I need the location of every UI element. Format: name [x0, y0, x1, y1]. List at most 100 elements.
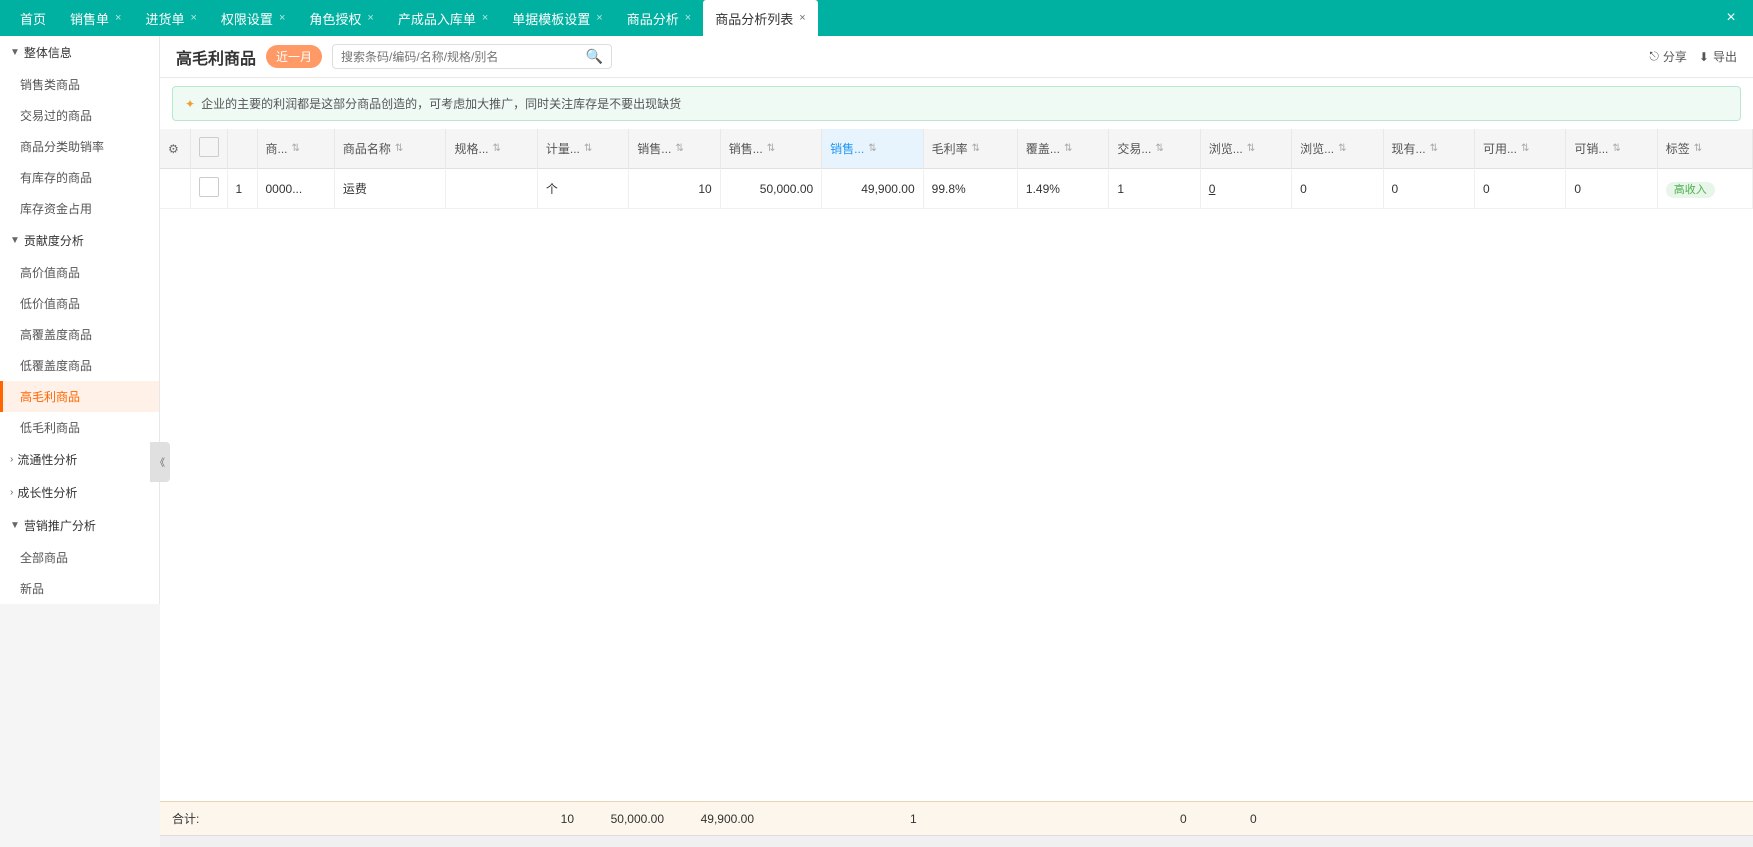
tag-badge: 高收入: [1666, 182, 1715, 198]
col-code: 商... ⇅: [257, 129, 334, 169]
nav-sales[interactable]: 销售单 ×: [58, 0, 133, 36]
row-checkbox-cell: [190, 169, 227, 209]
section-arrow-flow: ›: [10, 454, 13, 465]
sort-icon-coverage[interactable]: ⇅: [1064, 143, 1072, 154]
close-product-tab[interactable]: ×: [482, 12, 488, 24]
sidebar-section-growth[interactable]: › 成长性分析: [0, 476, 159, 509]
nav-purchase[interactable]: 进货单 ×: [133, 0, 208, 36]
filter-recent-month[interactable]: 近一月: [266, 45, 322, 68]
window-close-button[interactable]: ×: [1717, 4, 1745, 32]
sidebar-item-low-margin[interactable]: 低毛利商品: [0, 412, 159, 443]
info-icon: ✦: [185, 97, 195, 111]
close-purchase-tab[interactable]: ×: [190, 12, 196, 24]
sidebar-section-general[interactable]: ▼ 整体信息: [0, 36, 159, 69]
sidebar-item-stock-capital[interactable]: 库存资金占用: [0, 193, 159, 224]
sidebar-item-stocked-goods[interactable]: 有库存的商品: [0, 162, 159, 193]
sidebar-section-flow[interactable]: › 流通性分析: [0, 443, 159, 476]
data-table: ⚙ 商... ⇅: [160, 129, 1753, 209]
sort-icon-browse2[interactable]: ⇅: [1338, 143, 1346, 154]
row-sales-qty-cell: 10: [629, 169, 720, 209]
export-button[interactable]: ⬇ 导出: [1699, 48, 1737, 65]
footer-sales-qty: 10: [502, 812, 582, 826]
sidebar-section-contribution[interactable]: ▼ 贡献度分析: [0, 224, 159, 257]
sort-icon-gross-rate[interactable]: ⇅: [972, 143, 980, 154]
sort-icon-name[interactable]: ⇅: [395, 143, 403, 154]
section-label-marketing: 营销推广分析: [24, 517, 96, 534]
row-num-cell: 1: [227, 169, 257, 209]
sort-icon-sales-cost[interactable]: ⇅: [868, 143, 876, 154]
content-header: 高毛利商品 近一月 🔍 ⎋ 分享 ⬇ 导出: [160, 36, 1753, 78]
col-saleable: 可销... ⇅: [1566, 129, 1657, 169]
sort-icon-sales-amount[interactable]: ⇅: [767, 143, 775, 154]
section-arrow-marketing: ▼: [10, 520, 20, 531]
sidebar-item-category-rate[interactable]: 商品分类助销率: [0, 131, 159, 162]
col-unit: 计量... ⇅: [537, 129, 628, 169]
col-tag: 标签 ⇅: [1657, 129, 1752, 169]
sidebar-item-high-coverage[interactable]: 高覆盖度商品: [0, 319, 159, 350]
main-layout: ▼ 整体信息 销售类商品 交易过的商品 商品分类助销率 有库存的商品 库存资金占…: [0, 36, 1753, 847]
nav-home[interactable]: 首页: [8, 0, 58, 36]
col-name: 商品名称 ⇅: [334, 129, 446, 169]
search-icon[interactable]: 🔍: [586, 48, 603, 65]
sidebar-item-all-goods[interactable]: 全部商品: [0, 542, 159, 573]
footer-saleable: 0: [1242, 812, 1312, 826]
sidebar-item-high-margin[interactable]: 高毛利商品: [0, 381, 159, 412]
sidebar-item-new-goods[interactable]: 新品: [0, 573, 159, 604]
sort-icon-sales-qty[interactable]: ⇅: [675, 143, 683, 154]
sort-icon-stock-now[interactable]: ⇅: [1430, 143, 1438, 154]
row-coverage-cell: 1.49%: [1017, 169, 1108, 209]
nav-product-inbound[interactable]: 产成品入库单 ×: [386, 0, 500, 36]
sidebar-item-high-value[interactable]: 高价值商品: [0, 257, 159, 288]
close-permissions-tab[interactable]: ×: [279, 12, 285, 24]
sort-icon-available[interactable]: ⇅: [1521, 143, 1529, 154]
sidebar-toggle-button[interactable]: 《: [150, 442, 170, 482]
search-input[interactable]: [341, 50, 586, 64]
footer-sales-amount: 50,000.00: [582, 812, 672, 826]
footer-trade: 1: [902, 812, 962, 826]
row-available-cell: 0: [1474, 169, 1565, 209]
sidebar-section-marketing[interactable]: ▼ 营销推广分析: [0, 509, 159, 542]
share-button[interactable]: ⎋ 分享: [1649, 48, 1687, 65]
sidebar-item-low-coverage[interactable]: 低覆盖度商品: [0, 350, 159, 381]
nav-product-analysis[interactable]: 商品分析 ×: [615, 0, 703, 36]
section-arrow-general: ▼: [10, 47, 20, 58]
close-template-tab[interactable]: ×: [596, 12, 602, 24]
browse1-link[interactable]: 0: [1209, 182, 1216, 196]
nav-permissions[interactable]: 权限设置 ×: [209, 0, 297, 36]
col-num: [227, 129, 257, 169]
row-stock-now-cell: 0: [1383, 169, 1474, 209]
sort-icon-code[interactable]: ⇅: [292, 143, 300, 154]
sort-icon-saleable[interactable]: ⇅: [1612, 143, 1620, 154]
app-container: 首页 销售单 × 进货单 × 权限设置 × 角色授权 × 产成品入库单 × 单据…: [0, 0, 1753, 847]
sidebar: ▼ 整体信息 销售类商品 交易过的商品 商品分类助销率 有库存的商品 库存资金占…: [0, 36, 160, 604]
sidebar-item-sales-goods[interactable]: 销售类商品: [0, 69, 159, 100]
nav-template-settings[interactable]: 单据模板设置 ×: [500, 0, 614, 36]
col-stock-now: 现有... ⇅: [1383, 129, 1474, 169]
sort-icon-unit[interactable]: ⇅: [584, 143, 592, 154]
close-sales-tab[interactable]: ×: [115, 12, 121, 24]
close-analysis-list-tab[interactable]: ×: [799, 12, 805, 24]
sidebar-item-low-value[interactable]: 低价值商品: [0, 288, 159, 319]
export-icon: ⬇: [1699, 50, 1709, 64]
close-analysis-tab[interactable]: ×: [685, 12, 691, 24]
settings-icon[interactable]: ⚙: [168, 142, 179, 156]
sort-icon-spec[interactable]: ⇅: [493, 143, 501, 154]
footer-values: 10 50,000.00 49,900.00 1 0 0: [242, 812, 1741, 826]
table-wrapper: ⚙ 商... ⇅: [160, 129, 1753, 801]
footer-sales-cost: 49,900.00: [672, 812, 762, 826]
nav-analysis-list[interactable]: 商品分析列表 ×: [703, 0, 817, 36]
nav-role-auth[interactable]: 角色授权 ×: [297, 0, 385, 36]
select-all-checkbox[interactable]: [199, 137, 219, 157]
row-checkbox[interactable]: [199, 177, 219, 197]
section-label-general: 整体信息: [24, 44, 72, 61]
section-label-growth: 成长性分析: [17, 484, 77, 501]
sort-icon-tag[interactable]: ⇅: [1694, 143, 1702, 154]
col-settings: ⚙: [160, 129, 190, 169]
sidebar-item-traded-goods[interactable]: 交易过的商品: [0, 100, 159, 131]
table-row: 1 0000... 运费 个 10 50,000.00 49,900.00 99…: [160, 169, 1753, 209]
sort-icon-trade[interactable]: ⇅: [1155, 143, 1163, 154]
sort-icon-browse1[interactable]: ⇅: [1247, 143, 1255, 154]
bottom-scrollbar[interactable]: [160, 835, 1753, 847]
close-role-tab[interactable]: ×: [367, 12, 373, 24]
row-browse1-cell: 0: [1200, 169, 1291, 209]
